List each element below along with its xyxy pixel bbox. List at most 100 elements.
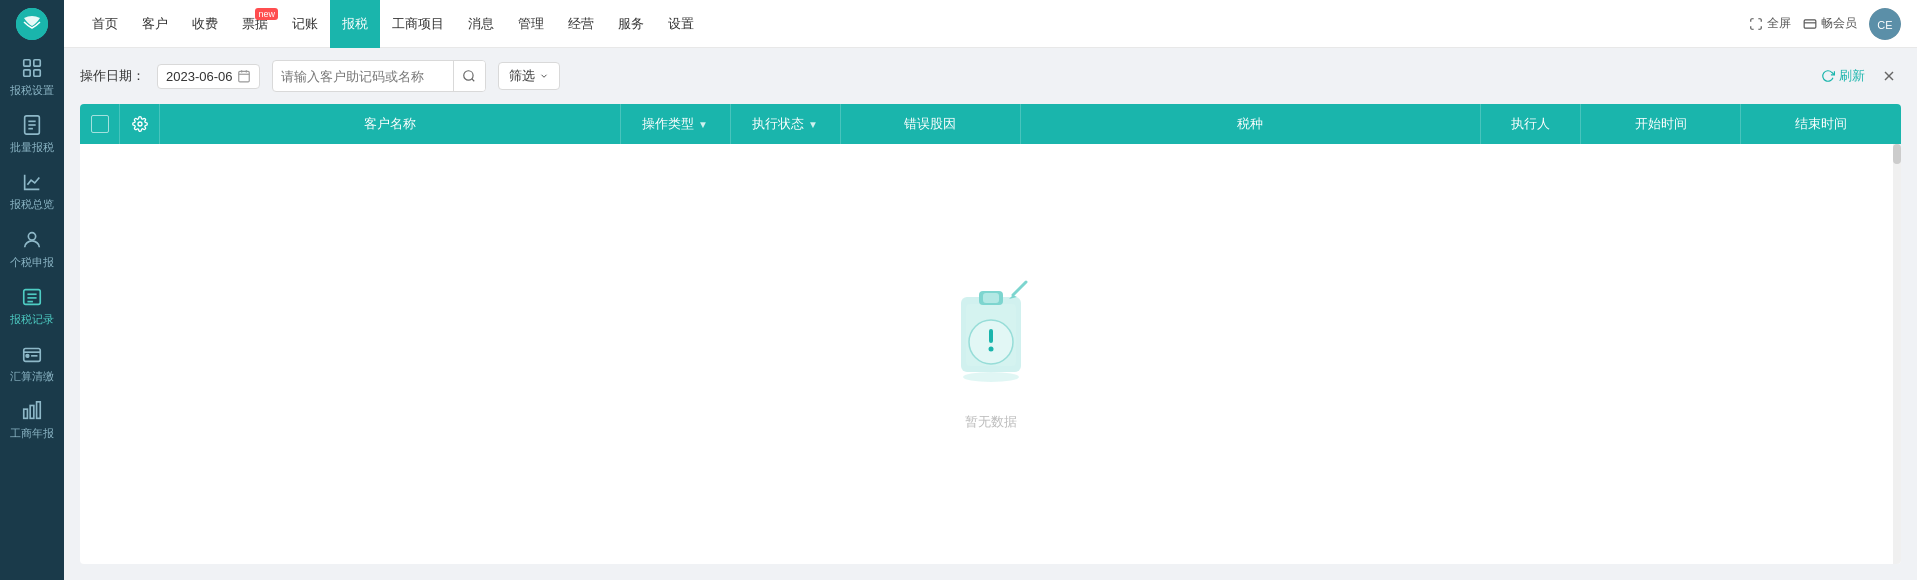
nav-item-tax[interactable]: 报税	[330, 0, 380, 48]
nav-label-tax: 报税	[342, 15, 368, 33]
svg-point-15	[26, 354, 29, 357]
svg-rect-38	[989, 329, 993, 343]
nav-item-bookkeeping[interactable]: 记账	[280, 0, 330, 48]
sidebar-item-label-personal-tax: 个税申报	[10, 256, 54, 269]
close-icon	[1881, 68, 1897, 84]
svg-line-29	[472, 79, 475, 82]
scrollbar[interactable]	[1893, 144, 1901, 564]
batch-tax-icon	[20, 113, 44, 137]
sidebar-item-tax-settings[interactable]: 报税设置	[0, 48, 64, 105]
member-button[interactable]: 畅会员	[1803, 15, 1857, 32]
date-value: 2023-06-06	[166, 69, 233, 84]
tax-record-icon	[20, 285, 44, 309]
empty-state: 暂无数据	[941, 277, 1041, 431]
nav-item-settings[interactable]: 设置	[656, 0, 706, 48]
th-settings[interactable]	[120, 104, 160, 144]
select-all-checkbox[interactable]	[91, 115, 109, 133]
settlement-icon	[20, 342, 44, 366]
sidebar-item-settlement[interactable]: 汇算清缴	[0, 334, 64, 391]
table-body: 暂无数据	[80, 144, 1901, 564]
svg-point-9	[28, 232, 35, 239]
main-area: 首页 客户 收费 票据 new 记账 报税 工商项目 消息 管理 经营	[64, 0, 1917, 580]
table-header: 客户名称 操作类型 ▼ 执行状态 ▼ 错误股因 税种 执行人	[80, 104, 1901, 144]
svg-text:CE: CE	[1877, 19, 1892, 31]
logo-icon	[16, 8, 48, 40]
sidebar-item-tax-summary[interactable]: 报税总览	[0, 162, 64, 219]
nav-item-billing[interactable]: 收费	[180, 0, 230, 48]
th-tax: 税种	[1021, 104, 1482, 144]
th-label-executor: 执行人	[1511, 115, 1550, 133]
refresh-button[interactable]: 刷新	[1821, 67, 1865, 85]
nav-item-customer[interactable]: 客户	[130, 0, 180, 48]
filter-label: 筛选	[509, 67, 535, 85]
filter-button[interactable]: 筛选	[498, 62, 560, 90]
th-executor: 执行人	[1481, 104, 1581, 144]
nav-label-settings: 设置	[668, 15, 694, 33]
nav-badge-invoice: new	[255, 8, 278, 21]
nav-label-billing: 收费	[192, 15, 218, 33]
top-nav: 首页 客户 收费 票据 new 记账 报税 工商项目 消息 管理 经营	[64, 0, 1917, 48]
svg-rect-24	[238, 71, 249, 82]
svg-rect-20	[1804, 19, 1816, 27]
nav-item-management[interactable]: 管理	[506, 0, 556, 48]
th-status[interactable]: 执行状态 ▼	[731, 104, 841, 144]
nav-item-messages[interactable]: 消息	[456, 0, 506, 48]
search-button[interactable]	[453, 61, 485, 91]
nav-item-industry[interactable]: 工商项目	[380, 0, 456, 48]
nav-label-bookkeeping: 记账	[292, 15, 318, 33]
tax-settings-icon	[20, 56, 44, 80]
fullscreen-button[interactable]: 全屏	[1749, 15, 1791, 32]
sidebar-item-tax-record[interactable]: 报税记录	[0, 277, 64, 334]
sidebar-item-batch-tax[interactable]: 批量报税	[0, 105, 64, 162]
th-start: 开始时间	[1581, 104, 1741, 144]
scroll-thumb[interactable]	[1893, 144, 1901, 164]
th-label-status: 执行状态	[752, 115, 804, 133]
th-end: 结束时间	[1741, 104, 1901, 144]
svg-rect-3	[24, 70, 30, 76]
table-container: 客户名称 操作类型 ▼ 执行状态 ▼ 错误股因 税种 执行人	[80, 104, 1901, 564]
nav-item-home[interactable]: 首页	[80, 0, 130, 48]
th-label-start: 开始时间	[1635, 115, 1687, 133]
close-button[interactable]	[1877, 64, 1901, 88]
th-customer: 客户名称	[160, 104, 621, 144]
nav-label-finance: 经营	[568, 15, 594, 33]
nav-right: 全屏 畅会员 CE	[1749, 8, 1901, 40]
search-wrap	[272, 60, 486, 92]
svg-line-40	[1013, 282, 1026, 295]
nav-label-management: 管理	[518, 15, 544, 33]
svg-rect-1	[24, 60, 30, 66]
search-icon	[462, 69, 476, 83]
svg-point-28	[464, 71, 473, 80]
sidebar-item-annual-report[interactable]: 工商年报	[0, 391, 64, 448]
sidebar-item-label-tax-settings: 报税设置	[10, 84, 54, 97]
nav-label-customer: 客户	[142, 15, 168, 33]
sort-icon-optype: ▼	[698, 119, 708, 130]
nav-label-messages: 消息	[468, 15, 494, 33]
th-checkbox[interactable]	[80, 104, 120, 144]
calendar-icon	[237, 69, 251, 83]
toolbar: 操作日期： 2023-06-06	[64, 48, 1917, 104]
nav-item-invoice[interactable]: 票据 new	[230, 0, 280, 48]
sidebar-logo	[0, 0, 64, 48]
date-label: 操作日期：	[80, 67, 145, 85]
search-input[interactable]	[273, 65, 453, 88]
sidebar-item-personal-tax[interactable]: 个税申报	[0, 220, 64, 277]
svg-rect-4	[34, 70, 40, 76]
annual-report-icon	[20, 399, 44, 423]
svg-point-32	[138, 122, 142, 126]
th-optype[interactable]: 操作类型 ▼	[621, 104, 731, 144]
user-avatar[interactable]: CE	[1869, 8, 1901, 40]
page-content: 操作日期： 2023-06-06	[64, 48, 1917, 580]
sort-icon-status: ▼	[808, 119, 818, 130]
refresh-label: 刷新	[1839, 67, 1865, 85]
date-picker[interactable]: 2023-06-06	[157, 64, 260, 89]
member-label: 畅会员	[1821, 15, 1857, 32]
th-label-optype: 操作类型	[642, 115, 694, 133]
nav-label-services: 服务	[618, 15, 644, 33]
th-label-tax: 税种	[1237, 115, 1263, 133]
sidebar-item-label-annual-report: 工商年报	[10, 427, 54, 440]
fullscreen-label: 全屏	[1767, 15, 1791, 32]
nav-item-services[interactable]: 服务	[606, 0, 656, 48]
sidebar-item-label-batch-tax: 批量报税	[10, 141, 54, 154]
nav-item-finance[interactable]: 经营	[556, 0, 606, 48]
